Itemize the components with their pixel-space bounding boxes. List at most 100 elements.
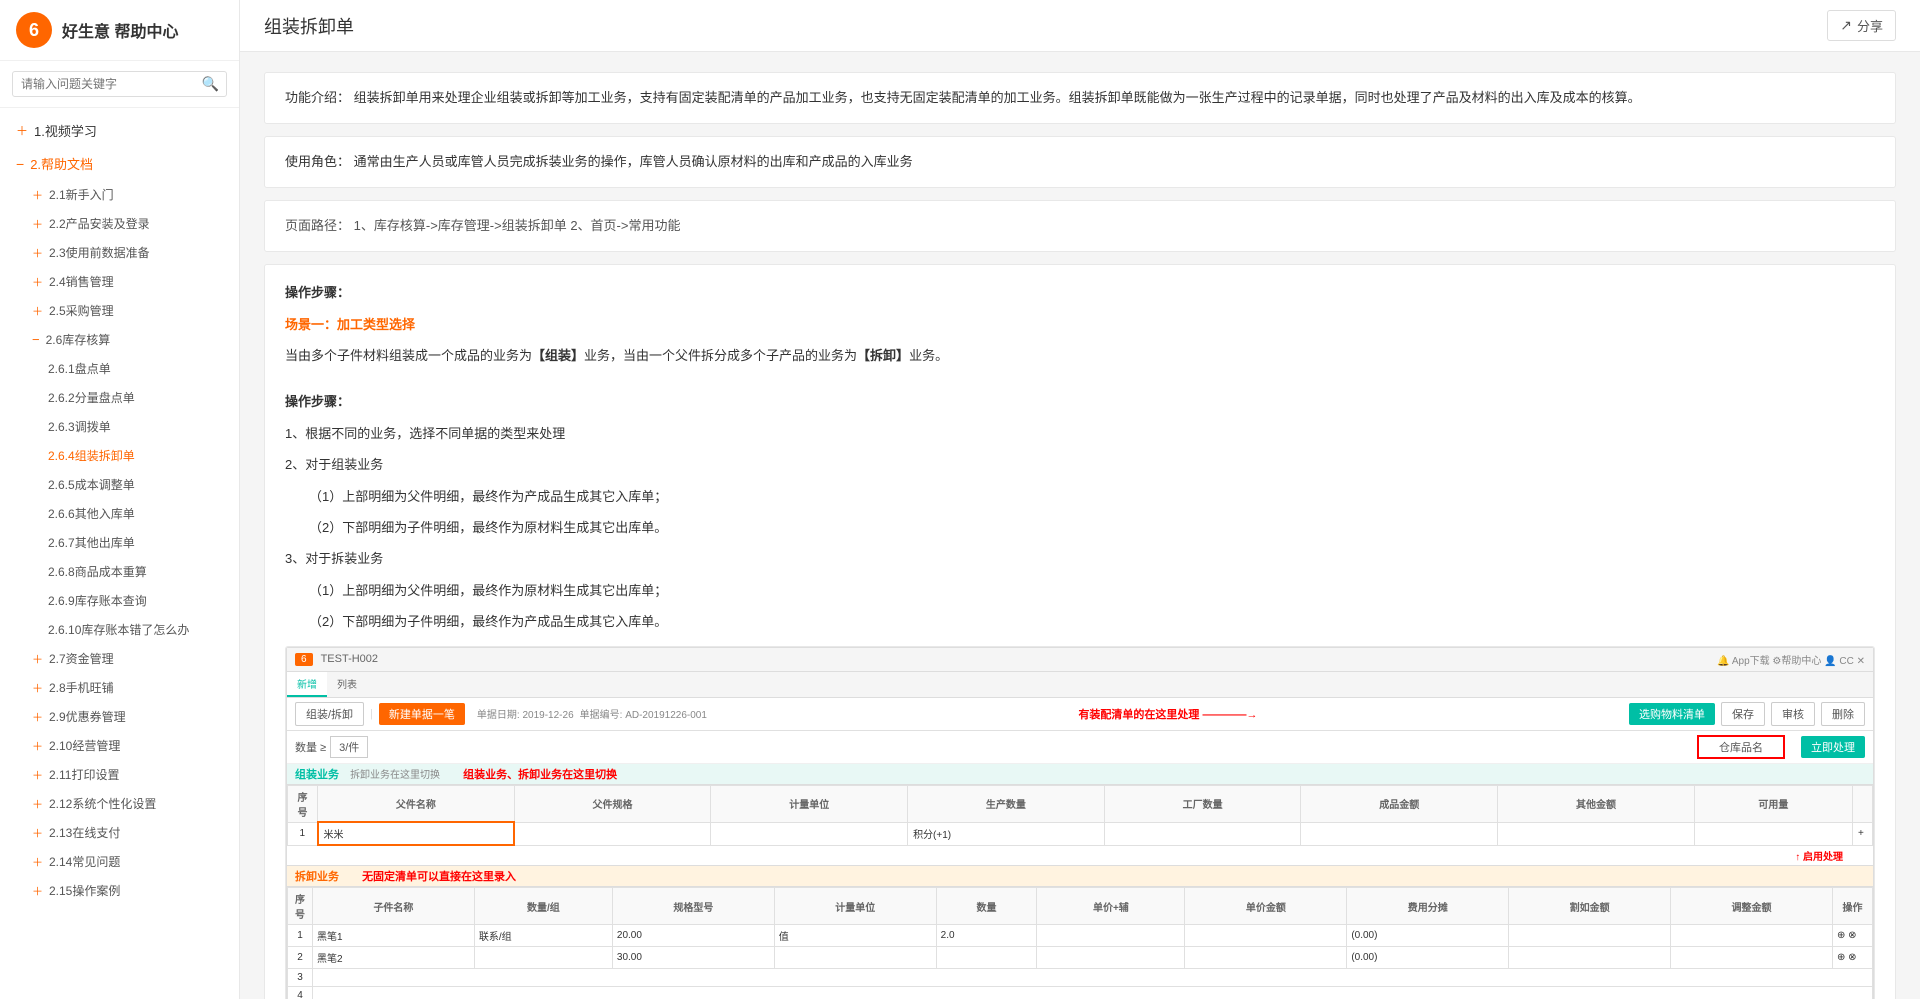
sidebar-item-transfer[interactable]: 2.6.3调拨单 [0, 412, 239, 441]
bcell-ops[interactable]: ⊕ ⊗ [1833, 925, 1873, 947]
qty-value[interactable]: 3/件 [330, 736, 368, 758]
bcell-unit2 [774, 947, 936, 969]
plus-icon-faq: ＋ [32, 854, 43, 870]
bcell-unit: 值 [774, 925, 936, 947]
sidebar-item-mobile[interactable]: ＋ 2.8手机旺铺 [0, 673, 239, 702]
sidebar-item-purchase[interactable]: ＋ 2.5采购管理 [0, 296, 239, 325]
btn-business-type[interactable]: 组装/拆卸 [295, 702, 364, 726]
sidebar-item-finance[interactable]: ＋ 2.7资金管理 [0, 644, 239, 673]
plus-icon-sm4: ＋ [32, 274, 43, 290]
screenshot-container: 6 TEST-H002 🔔 App下载 ⚙帮助中心 👤 CC ✕ 新增 列表 组… [285, 646, 1875, 999]
feature-intro-text: 组装拆卸单用来处理企业组装或拆卸等加工业务，支持有固定装配清单的产品加工业务，也… [354, 90, 1641, 105]
btn-new-order[interactable]: 新建单据一笔 [379, 703, 465, 725]
plus-icon-sm3: ＋ [32, 245, 43, 261]
sidebar-item-video-label: 1.视频学习 [34, 121, 97, 140]
bcell-qty2 [936, 947, 1037, 969]
search-bar[interactable]: 🔍 [0, 61, 239, 108]
plus-icon-ops: ＋ [32, 738, 43, 754]
search-icon[interactable]: 🔍 [202, 76, 219, 93]
sidebar-item-cases[interactable]: ＋ 2.15操作案例 [0, 876, 239, 905]
main-content: 组装拆卸单 ↗ 分享 功能介绍： 组装拆卸单用来处理企业组装或拆卸等加工业务，支… [240, 0, 1920, 999]
plus-icon-cases: ＋ [32, 883, 43, 899]
sidebar-item-sales[interactable]: ＋ 2.4销售管理 [0, 267, 239, 296]
section-top-sub: 拆卸业务在这里切换 [350, 770, 440, 781]
sidebar-item-inventory[interactable]: − 2.6库存核算 [0, 325, 239, 354]
share-button[interactable]: ↗ 分享 [1827, 10, 1896, 41]
sidebar-item-ops[interactable]: ＋ 2.10经营管理 [0, 731, 239, 760]
sidebar-item-assembly[interactable]: 2.6.4组装拆卸单 [0, 441, 239, 470]
bth-adj-amt: 调整金额 [1671, 888, 1833, 925]
btn-delete[interactable]: 删除 [1821, 702, 1865, 726]
feature-intro-block: 功能介绍： 组装拆卸单用来处理企业组装或拆卸等加工业务，支持有固定装配清单的产品… [264, 72, 1896, 124]
sidebar-header: 6 好生意 帮助中心 [0, 0, 239, 61]
sidebar-item-install[interactable]: ＋ 2.2产品安装及登录 [0, 209, 239, 238]
content-area: 功能介绍： 组装拆卸单用来处理企业组装或拆卸等加工业务，支持有固定装配清单的产品… [240, 52, 1920, 999]
user-role-block: 使用角色： 通常由生产人员或库管人员完成拆装业务的操作，库管人员确认原材料的出库… [264, 136, 1896, 188]
th-avail-qty: 可用量 [1694, 785, 1852, 822]
top-table: 序号 父件名称 父件规格 计量单位 生产数量 工厂数量 成品金额 其他金额 可用… [287, 785, 1873, 847]
sidebar-item-inv-error[interactable]: 2.6.10库存账本错了怎么办 [0, 615, 239, 644]
minus-icon: − [16, 156, 24, 172]
sidebar-item-docs[interactable]: − 2.帮助文档 [0, 147, 239, 180]
annotation4-text: ↑ 启用处理 [1795, 848, 1843, 863]
logo-icon: 6 [16, 12, 52, 48]
table-row: 1 米米 积分(+1) + [288, 822, 1873, 845]
th-parent-name: 父件名称 [318, 785, 515, 822]
sidebar-item-other-out[interactable]: 2.6.7其他出库单 [0, 528, 239, 557]
btn-material-list[interactable]: 选购物料清单 [1629, 703, 1715, 725]
app-tabs: 新增 列表 [287, 672, 1873, 698]
th-factory-qty: 工厂数量 [1104, 785, 1301, 822]
sidebar: 6 好生意 帮助中心 🔍 ＋ 1.视频学习 − 2.帮助文档 ＋ 2.1新手入门… [0, 0, 240, 999]
th-action [1853, 785, 1873, 822]
warehouse-input[interactable]: 仓库品名 [1697, 735, 1785, 759]
bcell-no2: 2 [288, 947, 313, 969]
tab-list[interactable]: 列表 [327, 672, 367, 697]
tab-new[interactable]: 新增 [287, 672, 327, 697]
section-top-bar: 组装业务 拆卸业务在这里切换 组装业务、拆卸业务在这里切换 [287, 764, 1873, 785]
sidebar-item-inv-query[interactable]: 2.6.9库存账本查询 [0, 586, 239, 615]
step3b: （2）下部明细为子件明细，最终作为产成品生成其它入库单。 [309, 610, 1875, 633]
bth-no: 序号 [288, 888, 313, 925]
btn-process[interactable]: 立即处理 [1801, 736, 1865, 758]
ops-label: 操作步骤： [285, 394, 350, 409]
bcell-cost-share2: (0.00) [1347, 947, 1509, 969]
table-row: 4 [288, 987, 1873, 999]
search-input[interactable] [12, 71, 227, 97]
bcell-spec2: 30.00 [612, 947, 774, 969]
plus-icon-print: ＋ [32, 767, 43, 783]
user-role-label: 使用角色： [285, 154, 350, 169]
bcell-ops2[interactable]: ⊕ ⊗ [1833, 947, 1873, 969]
btn-approve[interactable]: 审核 [1771, 702, 1815, 726]
user-role-text: 通常由生产人员或库管人员完成拆装业务的操作，库管人员确认原材料的出库和产成品的入… [354, 154, 913, 169]
table-row: 3 [288, 969, 1873, 987]
cell-action-top[interactable]: + [1853, 822, 1873, 845]
sidebar-item-coupon[interactable]: ＋ 2.9优惠券管理 [0, 702, 239, 731]
sidebar-item-other-in[interactable]: 2.6.6其他入库单 [0, 499, 239, 528]
plus-icon-cust: ＋ [32, 796, 43, 812]
cell-parent-name: 米米 [318, 822, 515, 845]
sidebar-item-faq[interactable]: ＋ 2.14常见问题 [0, 847, 239, 876]
sidebar-item-print[interactable]: ＋ 2.11打印设置 [0, 760, 239, 789]
sidebar-item-online-pay[interactable]: ＋ 2.13在线支付 [0, 818, 239, 847]
top-bar: 组装拆卸单 ↗ 分享 [240, 0, 1920, 52]
bot-table: 序号 子件名称 数量/组 规格型号 计量单位 数量 单价+辅 单价金额 费用分摊 [287, 887, 1873, 999]
sidebar-item-cost-adjust[interactable]: 2.6.5成本调整单 [0, 470, 239, 499]
sidebar-item-cost-recalc[interactable]: 2.6.8商品成本重算 [0, 557, 239, 586]
sidebar-item-data-prep[interactable]: ＋ 2.3使用前数据准备 [0, 238, 239, 267]
th-prod-qty: 生产数量 [908, 785, 1105, 822]
bcell-spec: 20.00 [612, 925, 774, 947]
sidebar-item-video[interactable]: ＋ 1.视频学习 [0, 114, 239, 147]
bcell-cost-share: (0.00) [1347, 925, 1509, 947]
sidebar-item-partial-stocktake[interactable]: 2.6.2分量盘点单 [0, 383, 239, 412]
sidebar-item-new-user[interactable]: ＋ 2.1新手入门 [0, 180, 239, 209]
cell-factory-qty [1104, 822, 1301, 845]
th-parent-spec: 父件规格 [514, 785, 711, 822]
scenario-desc: 当由多个子件材料组装成一个成品的业务为【组装】业务，当由一个父件拆分成多个子产品… [285, 344, 1875, 367]
sidebar-item-custom[interactable]: ＋ 2.12系统个性化设置 [0, 789, 239, 818]
nav-tree: ＋ 1.视频学习 − 2.帮助文档 ＋ 2.1新手入门 ＋ 2.2产品安装及登录… [0, 108, 239, 999]
btn-save[interactable]: 保存 [1721, 702, 1765, 726]
sidebar-item-stocktake[interactable]: 2.6.1盘点单 [0, 354, 239, 383]
table-row: 2 黑笔2 30.00 (0.00) [288, 947, 1873, 969]
bth-spec: 规格型号 [612, 888, 774, 925]
bcell-name2: 黑笔2 [313, 947, 475, 969]
